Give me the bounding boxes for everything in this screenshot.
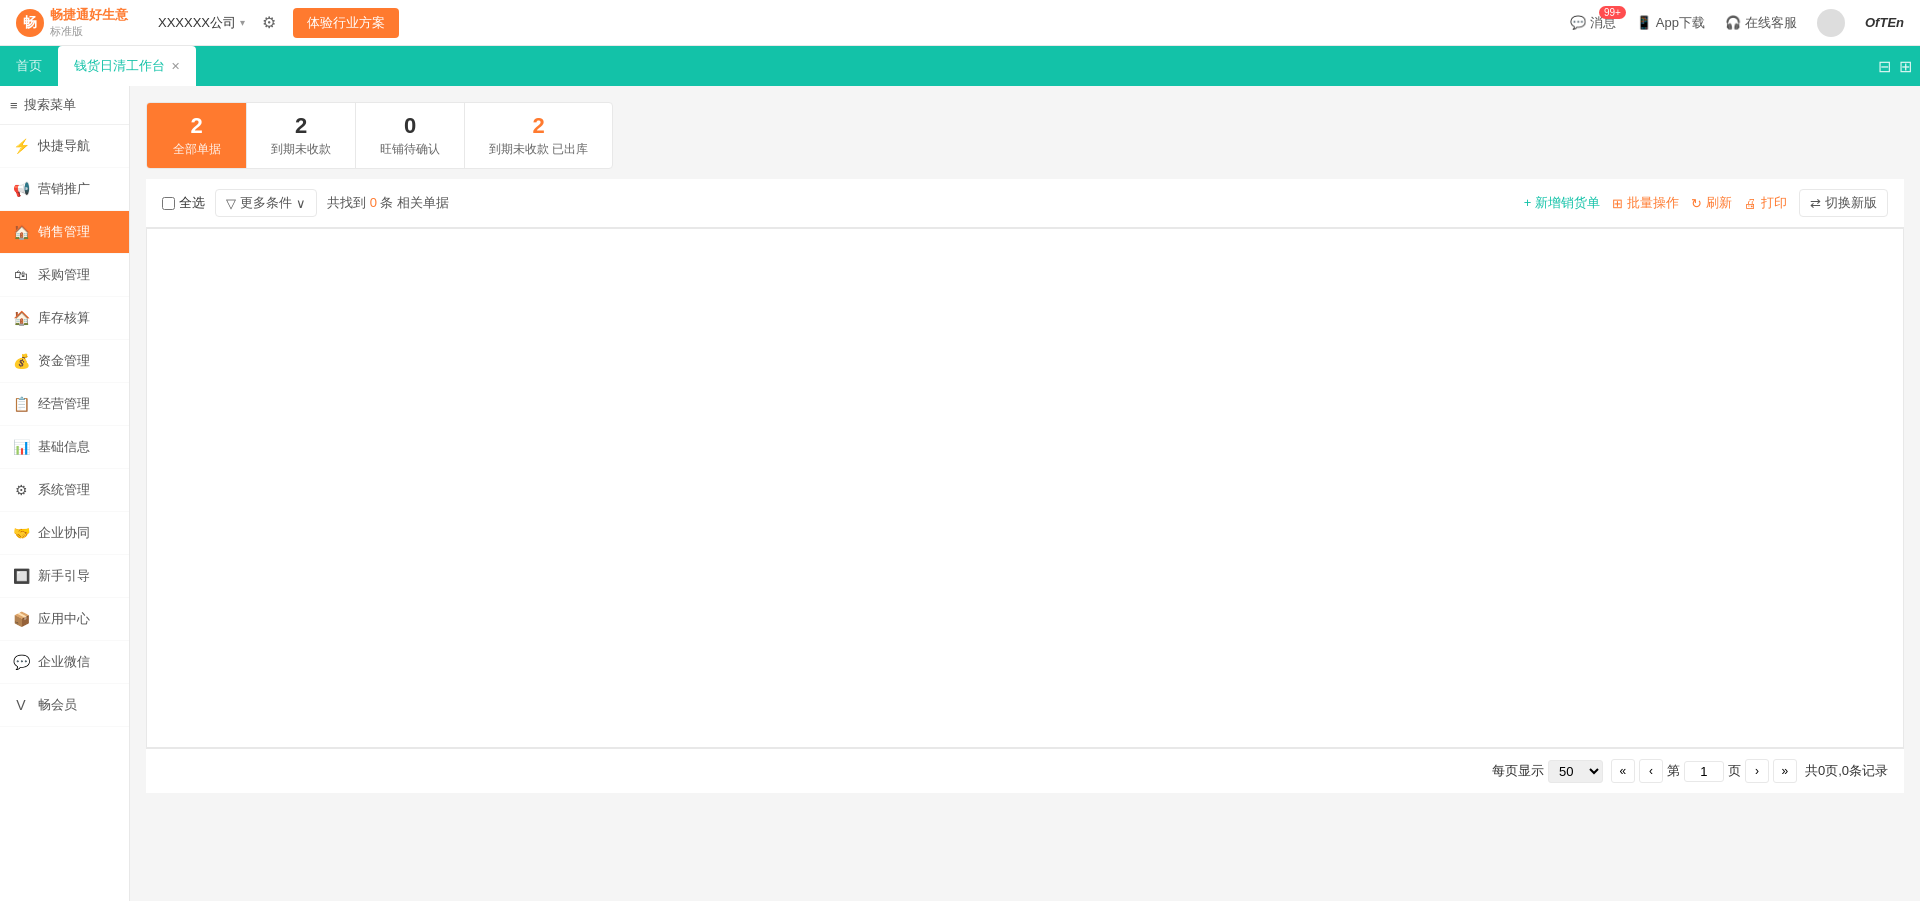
quick-nav-icon: ⚡ (12, 137, 30, 155)
marketing-icon: 📢 (12, 180, 30, 198)
total-records: 共0页,0条记录 (1805, 762, 1888, 780)
sidebar-item-operations[interactable]: 📋 经营管理 (0, 383, 129, 426)
batch-operation-button[interactable]: ⊞ 批量操作 (1612, 194, 1679, 212)
switch-icon: ⇄ (1810, 196, 1821, 211)
tab-bar: 首页 钱货日清工作台 ✕ ⊟ ⊞ (0, 46, 1920, 86)
app-center-icon: 📦 (12, 610, 30, 628)
logo-area: 畅 畅捷通好生意 标准版 (16, 6, 128, 39)
sidebar-item-enterprise[interactable]: 🤝 企业协同 (0, 512, 129, 555)
maximize-icon[interactable]: ⊞ (1899, 57, 1912, 76)
sidebar-item-system[interactable]: ⚙ 系统管理 (0, 469, 129, 512)
company-selector[interactable]: XXXXXX公司 ▾ (158, 14, 245, 32)
wechat-icon: 💬 (12, 653, 30, 671)
header-left: 畅 畅捷通好生意 标准版 XXXXXX公司 ▾ ⚙ 体验行业方案 (16, 6, 399, 39)
tab-home[interactable]: 首页 (0, 46, 58, 86)
first-page-button[interactable]: « (1611, 759, 1635, 783)
sidebar-item-app-center[interactable]: 📦 应用中心 (0, 598, 129, 641)
sidebar-item-wechat[interactable]: 💬 企业微信 (0, 641, 129, 684)
found-text: 共找到 0 条 相关单据 (327, 194, 449, 212)
often-text: OfTEn (1865, 15, 1904, 30)
search-menu[interactable]: ≡ 搜索菜单 (0, 86, 129, 125)
settings-icon[interactable]: ⚙ (255, 9, 283, 37)
print-button[interactable]: 🖨 打印 (1744, 194, 1787, 212)
add-sale-order-button[interactable]: + 新增销货单 (1524, 194, 1600, 212)
enterprise-icon: 🤝 (12, 524, 30, 542)
service-icon: 🎧 (1725, 15, 1741, 30)
sidebar-item-marketing[interactable]: 📢 营销推广 (0, 168, 129, 211)
tab-workbench[interactable]: 钱货日清工作台 ✕ (58, 46, 196, 86)
message-icon: 💬 (1570, 15, 1586, 30)
search-icon: ≡ (10, 98, 18, 113)
member-icon: V (12, 696, 30, 714)
batch-icon: ⊞ (1612, 196, 1623, 211)
main-content: 2 全部单据 2 到期未收款 0 旺铺待确认 2 到期未收款 已出库 全选 ▽ … (130, 86, 1920, 901)
sidebar-item-quick-nav[interactable]: ⚡ 快捷导航 (0, 125, 129, 168)
last-page-button[interactable]: » (1773, 759, 1797, 783)
system-icon: ⚙ (12, 481, 30, 499)
message-action[interactable]: 💬 消息 99+ (1570, 14, 1616, 32)
online-service-action[interactable]: 🎧 在线客服 (1725, 14, 1797, 32)
filter-icon: ▽ (226, 196, 236, 211)
sidebar-item-basic-info[interactable]: 📊 基础信息 (0, 426, 129, 469)
guide-icon: 🔲 (12, 567, 30, 585)
logo-icon: 畅 (16, 9, 44, 37)
select-all-checkbox[interactable]: 全选 (162, 194, 205, 212)
sidebar-item-guide[interactable]: 🔲 新手引导 (0, 555, 129, 598)
download-icon: 📱 (1636, 15, 1652, 30)
finance-icon: 💰 (12, 352, 30, 370)
toolbar-right: + 新增销货单 ⊞ 批量操作 ↻ 刷新 🖨 打印 ⇄ 切换新版 (1524, 189, 1888, 217)
page-size-select[interactable]: 50 100 (1548, 760, 1603, 783)
inventory-icon: 🏠 (12, 309, 30, 327)
basic-info-icon: 📊 (12, 438, 30, 456)
avatar[interactable] (1817, 9, 1845, 37)
header-right: 💬 消息 99+ 📱 App下载 🎧 在线客服 OfTEn (1570, 9, 1904, 37)
trial-button[interactable]: 体验行业方案 (293, 8, 399, 38)
toolbar: 全选 ▽ 更多条件 ∨ 共找到 0 条 相关单据 + 新增销货单 ⊞ 批量操作 … (146, 179, 1904, 228)
sidebar-item-purchase[interactable]: 🛍 采购管理 (0, 254, 129, 297)
sidebar-item-finance[interactable]: 💰 资金管理 (0, 340, 129, 383)
toolbar-left: 全选 ▽ 更多条件 ∨ 共找到 0 条 相关单据 (162, 189, 1512, 217)
pagination-nav: « ‹ 第 页 › » (1611, 759, 1797, 783)
refresh-button[interactable]: ↻ 刷新 (1691, 194, 1732, 212)
operations-icon: 📋 (12, 395, 30, 413)
content-area (146, 228, 1904, 748)
stats-tabs: 2 全部单据 2 到期未收款 0 旺铺待确认 2 到期未收款 已出库 (146, 102, 613, 169)
sidebar-item-sales[interactable]: 🏠 销售管理 (0, 211, 129, 254)
sales-icon: 🏠 (12, 223, 30, 241)
minimize-icon[interactable]: ⊟ (1878, 57, 1891, 76)
print-icon: 🖨 (1744, 196, 1757, 211)
chevron-down-icon: ∨ (296, 196, 306, 211)
stat-tab-all[interactable]: 2 全部单据 (147, 103, 247, 168)
next-page-button[interactable]: › (1745, 759, 1769, 783)
app-download-action[interactable]: 📱 App下载 (1636, 14, 1705, 32)
purchase-icon: 🛍 (12, 266, 30, 284)
tab-bar-actions: ⊟ ⊞ (1878, 57, 1920, 76)
stat-tab-overdue[interactable]: 2 到期未收款 (247, 103, 356, 168)
stat-tab-wangpu[interactable]: 0 旺铺待确认 (356, 103, 465, 168)
chevron-down-icon: ▾ (240, 17, 245, 28)
refresh-icon: ↻ (1691, 196, 1702, 211)
sidebar: ≡ 搜索菜单 ⚡ 快捷导航 📢 营销推广 🏠 销售管理 🛍 采购管理 🏠 库存核… (0, 86, 130, 901)
more-filters-button[interactable]: ▽ 更多条件 ∨ (215, 189, 317, 217)
page-number-input[interactable] (1684, 761, 1724, 782)
close-icon[interactable]: ✕ (171, 60, 180, 73)
page-size-selector: 每页显示 50 100 (1492, 760, 1603, 783)
stat-tab-shipped[interactable]: 2 到期未收款 已出库 (465, 103, 612, 168)
sidebar-item-member[interactable]: V 畅会员 (0, 684, 129, 727)
message-badge: 99+ (1599, 6, 1626, 19)
pagination: 每页显示 50 100 « ‹ 第 页 › » 共0页,0条记录 (146, 748, 1904, 793)
logo-text: 畅捷通好生意 标准版 (50, 6, 128, 39)
top-header: 畅 畅捷通好生意 标准版 XXXXXX公司 ▾ ⚙ 体验行业方案 💬 消息 99… (0, 0, 1920, 46)
prev-page-button[interactable]: ‹ (1639, 759, 1663, 783)
sidebar-item-inventory[interactable]: 🏠 库存核算 (0, 297, 129, 340)
switch-version-button[interactable]: ⇄ 切换新版 (1799, 189, 1888, 217)
